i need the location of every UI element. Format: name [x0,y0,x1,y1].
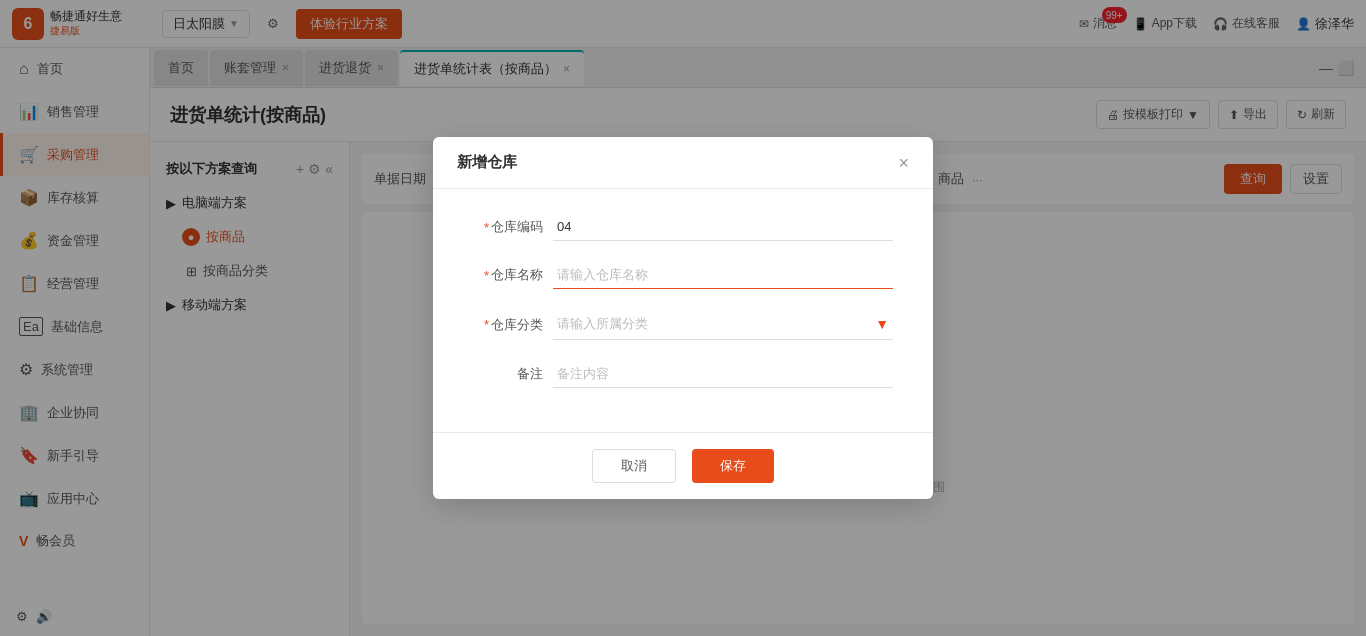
category-label: * 仓库分类 [473,316,553,334]
modal-body: * 仓库编码 * 仓库名称 * 仓库分类 请输入所属分类 [433,189,933,432]
category-required-mark: * [484,317,489,332]
form-row-category: * 仓库分类 请输入所属分类 ▼ [473,309,893,340]
name-required-mark: * [484,268,489,283]
form-row-code: * 仓库编码 [473,213,893,241]
form-row-name: * 仓库名称 [473,261,893,289]
remark-label: 备注 [473,365,553,383]
code-label: * 仓库编码 [473,218,553,236]
category-placeholder: 请输入所属分类 [557,315,875,333]
category-dropdown-icon: ▼ [875,316,889,332]
modal-close-button[interactable]: × [898,154,909,172]
modal-footer: 取消 保存 [433,432,933,499]
code-input[interactable] [553,213,893,241]
add-warehouse-modal: 新增仓库 × * 仓库编码 * 仓库名称 * [433,137,933,499]
modal-title: 新增仓库 [457,153,517,172]
name-label: * 仓库名称 [473,266,553,284]
form-row-remark: 备注 [473,360,893,388]
modal-header: 新增仓库 × [433,137,933,189]
modal-overlay: 新增仓库 × * 仓库编码 * 仓库名称 * [0,0,1366,636]
cancel-button[interactable]: 取消 [592,449,676,483]
remark-input[interactable] [553,360,893,388]
save-button[interactable]: 保存 [692,449,774,483]
code-required-mark: * [484,220,489,235]
category-select[interactable]: 请输入所属分类 ▼ [553,309,893,340]
name-input[interactable] [553,261,893,289]
